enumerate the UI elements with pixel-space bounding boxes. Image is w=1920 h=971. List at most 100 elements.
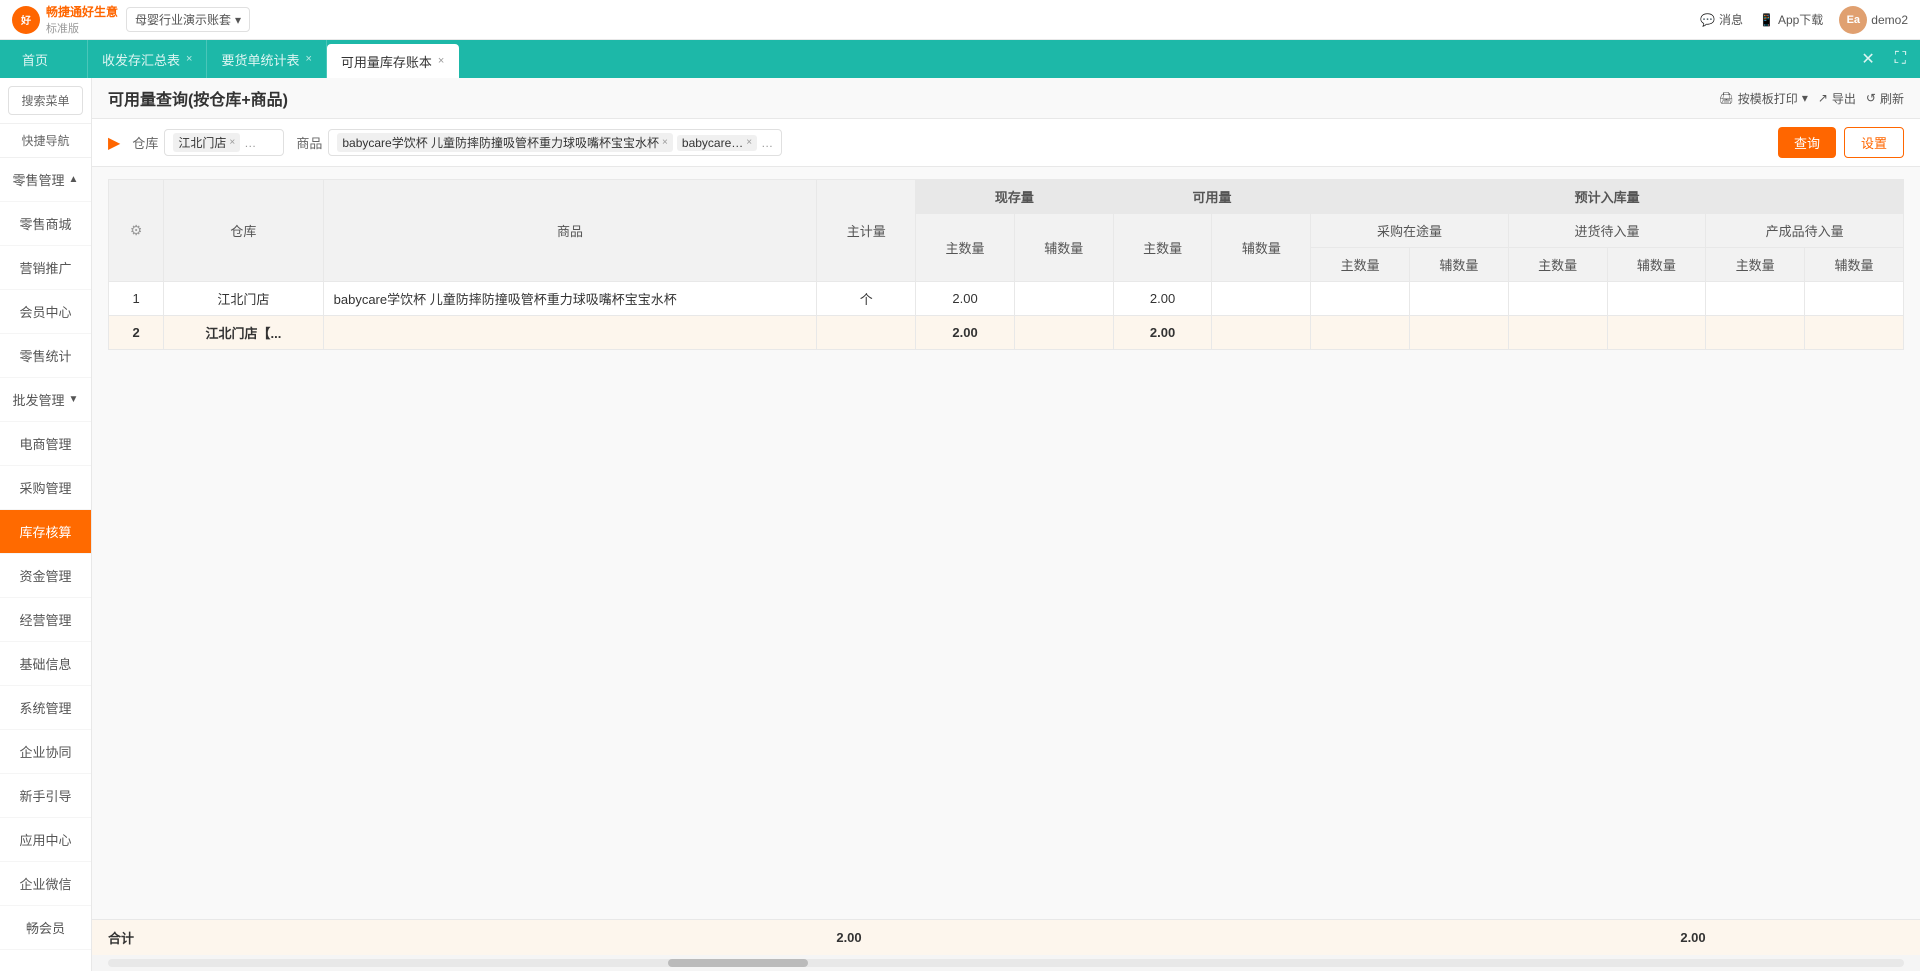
warehouse-filter-group: 仓库 江北门店 × … (132, 129, 284, 156)
cell-unit-2 (817, 316, 916, 350)
maximize-btn[interactable]: ⛶ (1889, 50, 1912, 68)
tab-home[interactable]: 首页 (8, 40, 88, 78)
top-bar: 好 畅捷通好生意 标准版 母婴行业演示账套 ▾ 💬 消息 📱 App下载 Ea … (0, 0, 1920, 40)
th-production-pending: 产成品待入量 (1706, 214, 1904, 248)
th-unit: 主计量 (817, 180, 916, 282)
warehouse-more[interactable]: … (244, 136, 256, 150)
cell-avail-main-2: 2.00 (1113, 316, 1212, 350)
top-bar-left: 好 畅捷通好生意 标准版 母婴行业演示账套 ▾ (12, 3, 250, 36)
th-stock-main: 主数量 (916, 214, 1015, 282)
export-icon: ↗ (1818, 91, 1828, 105)
settings-button[interactable]: 设置 (1844, 127, 1904, 158)
product-label: 商品 (296, 133, 322, 152)
cell-purchase-sub-2 (1409, 316, 1508, 350)
footer-total-bar: 合计 2.00 2.00 (92, 919, 1920, 955)
cell-prod-sub-1 (1805, 282, 1904, 316)
filter-toggle-btn[interactable]: ▶ (108, 133, 120, 153)
sidebar-item-sys-mgmt[interactable]: 系统管理 (0, 686, 91, 730)
sidebar-item-retail-stats[interactable]: 零售统计 (0, 334, 91, 378)
page-header-actions: 🖨 按模板打印 ▾ ↗ 导出 ↺ 刷新 (1719, 90, 1904, 107)
warehouse-tag-close[interactable]: × (229, 137, 235, 148)
product-more-indicator[interactable]: … (761, 136, 773, 150)
sidebar-item-wholesale-mgmt[interactable]: 批发管理 ▼ (0, 378, 91, 422)
search-menu-btn[interactable]: 搜索菜单 (8, 86, 83, 115)
cell-stock-sub-2 (1014, 316, 1113, 350)
cell-avail-main-1: 2.00 (1113, 282, 1212, 316)
th-current-stock: 现存量 (916, 180, 1114, 214)
tab-bar: 首页 收发存汇总表 × 要货单统计表 × 可用量库存账本 × ✕ ⛶ (0, 40, 1920, 78)
app-download-action[interactable]: 📱 App下载 (1759, 11, 1823, 28)
print-icon: 🖨 (1719, 91, 1734, 105)
cell-unit-1: 个 (817, 282, 916, 316)
refresh-btn[interactable]: ↺ 刷新 (1866, 90, 1904, 107)
query-button[interactable]: 查询 (1778, 127, 1836, 158)
print-btn[interactable]: 🖨 按模板打印 ▾ (1719, 90, 1808, 107)
cell-warehouse-1: 江北门店 (164, 282, 323, 316)
cell-purchase-main-2 (1311, 316, 1410, 350)
scrollbar-thumb[interactable] (668, 959, 808, 967)
sidebar-item-retail-mgmt[interactable]: 零售管理 ▲ (0, 158, 91, 202)
cell-incoming-main-1 (1508, 282, 1607, 316)
export-btn[interactable]: ↗ 导出 (1818, 90, 1856, 107)
tab-close-available-stock[interactable]: × (438, 55, 444, 67)
product-filter-group: 商品 babycare学饮杯 儿童防摔防撞吸管杯重力球吸嘴杯宝宝水杯 × bab… (296, 129, 782, 156)
chevron-down-icon-print: ▾ (1802, 91, 1808, 105)
cell-stock-main-1: 2.00 (916, 282, 1015, 316)
cell-purchase-sub-1 (1409, 282, 1508, 316)
chevron-down-icon: ▼ (69, 394, 79, 405)
cell-purchase-main-1 (1311, 282, 1410, 316)
tab-receipts[interactable]: 收发存汇总表 × (88, 40, 207, 78)
warehouse-tag: 江北门店 × (173, 133, 240, 152)
th-purchase-transit: 采购在途量 (1311, 214, 1509, 248)
cell-avail-sub-2 (1212, 316, 1311, 350)
sidebar-item-member-center[interactable]: 会员中心 (0, 290, 91, 334)
message-action[interactable]: 💬 消息 (1700, 11, 1743, 28)
sidebar-item-retail-mall[interactable]: 零售商城 (0, 202, 91, 246)
sidebar-item-ecommerce[interactable]: 电商管理 (0, 422, 91, 466)
sidebar-item-inventory-check[interactable]: 库存核算 (0, 510, 91, 554)
sidebar-item-finance[interactable]: 资金管理 (0, 554, 91, 598)
th-prod-sub: 辅数量 (1805, 248, 1904, 282)
top-bar-right: 💬 消息 📱 App下载 Ea demo2 (1700, 6, 1908, 34)
product-tag-2-close[interactable]: × (746, 137, 752, 148)
app-icon: 📱 (1759, 13, 1774, 27)
user-profile[interactable]: Ea demo2 (1839, 6, 1908, 34)
close-all-tabs-btn[interactable]: ✕ (1855, 49, 1880, 69)
quick-nav-btn[interactable]: 快捷导航 (0, 124, 91, 158)
th-available: 可用量 (1113, 180, 1311, 214)
sidebar-item-app-center[interactable]: 应用中心 (0, 818, 91, 862)
cell-incoming-main-2 (1508, 316, 1607, 350)
sidebar-item-basic-info[interactable]: 基础信息 (0, 642, 91, 686)
tab-available-stock[interactable]: 可用量库存账本 × (327, 44, 459, 78)
tab-order-stats[interactable]: 要货单统计表 × (207, 40, 326, 78)
chevron-down-icon: ▾ (235, 13, 241, 27)
th-purchase-sub: 辅数量 (1409, 248, 1508, 282)
horizontal-scrollbar[interactable] (108, 959, 1904, 967)
tab-close-receipts[interactable]: × (186, 53, 192, 65)
product-input[interactable]: babycare学饮杯 儿童防摔防撞吸管杯重力球吸嘴杯宝宝水杯 × babyca… (328, 129, 782, 156)
sidebar-item-purchase-mgmt[interactable]: 采购管理 (0, 466, 91, 510)
warehouse-input[interactable]: 江北门店 × … (164, 129, 284, 156)
product-tag-2: babycare… × (677, 135, 757, 151)
industry-selector[interactable]: 母婴行业演示账套 ▾ (126, 7, 250, 32)
th-incoming-main: 主数量 (1508, 248, 1607, 282)
cell-product-2 (323, 316, 817, 350)
table-container: ⚙ 仓库 商品 主计量 现存量 可用量 预计入库量 主数量 辅数量 主数量 辅数… (92, 167, 1920, 919)
th-forecast: 预计入库量 (1311, 180, 1904, 214)
th-avail-sub: 辅数量 (1212, 214, 1311, 282)
product-tag-close[interactable]: × (662, 137, 668, 148)
sidebar-item-new-guide[interactable]: 新手引导 (0, 774, 91, 818)
refresh-icon: ↺ (1866, 91, 1876, 105)
sidebar-item-operations[interactable]: 经营管理 (0, 598, 91, 642)
th-settings-icon[interactable]: ⚙ (109, 180, 164, 282)
tab-close-order-stats[interactable]: × (305, 53, 311, 65)
cell-prod-main-2 (1706, 316, 1805, 350)
cell-prod-sub-2 (1805, 316, 1904, 350)
cell-warehouse-2: 江北门店【... (164, 316, 323, 350)
column-settings-icon[interactable]: ⚙ (130, 222, 143, 238)
sidebar-item-vip-member[interactable]: 畅会员 (0, 906, 91, 950)
sidebar-item-marketing[interactable]: 营销推广 (0, 246, 91, 290)
sidebar-item-enterprise-wechat[interactable]: 企业微信 (0, 862, 91, 906)
sidebar-item-enterprise[interactable]: 企业协同 (0, 730, 91, 774)
sidebar-search-area: 搜索菜单 (0, 78, 91, 124)
